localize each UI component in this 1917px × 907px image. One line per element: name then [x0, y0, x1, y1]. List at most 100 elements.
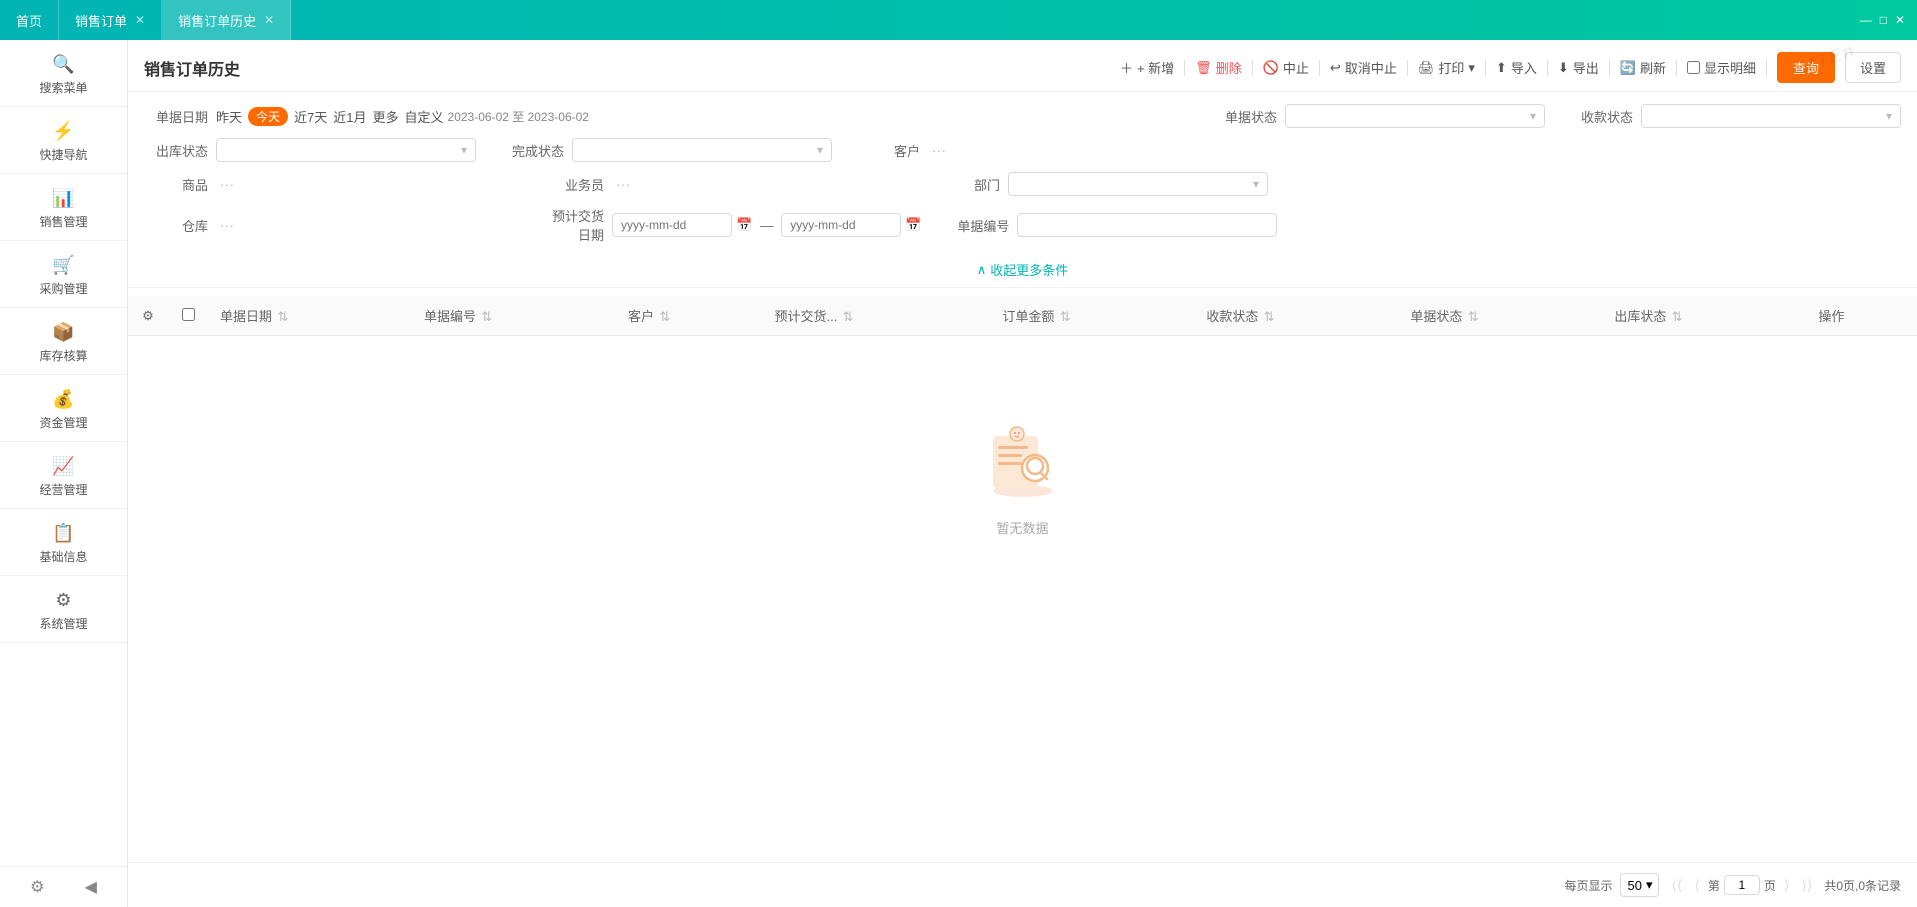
print-button[interactable]: 🖨 打印 ▾: [1418, 58, 1475, 77]
status-select[interactable]: ▾: [1285, 104, 1545, 128]
th-date[interactable]: 单据日期 ⇅: [208, 296, 412, 336]
delete-button[interactable]: 🗑 删除: [1195, 58, 1242, 77]
last-page-button[interactable]: ⟩⟩: [1797, 877, 1816, 894]
sidebar-item-inventory-label: 库存核算: [39, 347, 87, 364]
date-label: 单据日期: [144, 107, 216, 126]
display-detail-checkbox-label[interactable]: 显示明细: [1687, 58, 1756, 77]
department-select[interactable]: ▾: [1008, 172, 1268, 196]
query-button[interactable]: 查询: [1777, 52, 1835, 83]
stop-button[interactable]: 🚫 中止: [1263, 58, 1309, 77]
sidebar-item-system-label: 系统管理: [39, 615, 87, 632]
cancel-stop-label: 取消中止: [1345, 58, 1397, 77]
import-button[interactable]: ⬆ 导入: [1496, 58, 1537, 77]
th-order-no[interactable]: 单据编号 ⇅: [412, 296, 616, 336]
sidebar-item-system[interactable]: ⚙ 系统管理: [0, 576, 127, 643]
date-yesterday[interactable]: 昨天: [216, 107, 242, 126]
complete-select[interactable]: ▾: [572, 138, 832, 162]
sidebar-item-finance[interactable]: 💰 资金管理: [0, 375, 127, 442]
display-detail-label: 显示明细: [1704, 58, 1756, 77]
filter-row-1: 单据日期 昨天 今天 近7天 近1月 更多 自定义 2023-06-02 至 2…: [144, 104, 1901, 128]
receipt-status-select[interactable]: ▾: [1641, 104, 1901, 128]
quick-nav-icon: ⚡: [52, 121, 74, 142]
new-button[interactable]: ＋ + 新增: [1120, 58, 1174, 77]
date-more[interactable]: 更多: [373, 107, 399, 126]
calendar-from-icon[interactable]: 📅: [736, 217, 752, 233]
expected-date-to-input[interactable]: [781, 213, 901, 237]
close-btn[interactable]: ✕: [1895, 13, 1905, 27]
th-order-no-sort-icon: ⇅: [481, 309, 492, 324]
th-action-label: 操作: [1818, 309, 1844, 324]
tab-sales-history[interactable]: 销售订单历史 ✕: [162, 0, 291, 40]
export-button[interactable]: ⬇ 导出: [1558, 58, 1599, 77]
tab-sales-order[interactable]: 销售订单 ✕: [59, 0, 162, 40]
order-no-label: 单据编号: [945, 216, 1017, 235]
settings-bottom-icon[interactable]: ⚙: [30, 877, 44, 897]
th-doc-status[interactable]: 单据状态 ⇅: [1398, 296, 1602, 336]
department-label: 部门: [936, 175, 1008, 194]
sidebar-item-purchase[interactable]: 🛒 采购管理: [0, 241, 127, 308]
expected-date-label: 预计交货日期: [540, 206, 612, 244]
goods-label: 商品: [144, 175, 216, 194]
divider-8: [1676, 60, 1677, 76]
select-all-checkbox[interactable]: [182, 308, 195, 321]
tab-sales-history-close[interactable]: ✕: [264, 13, 274, 27]
tab-sales-order-close[interactable]: ✕: [135, 13, 145, 27]
salesperson-dots-button[interactable]: ···: [616, 176, 630, 192]
calendar-to-icon[interactable]: 📅: [905, 217, 921, 233]
sidebar-item-sales[interactable]: 📊 销售管理: [0, 174, 127, 241]
date-today[interactable]: 今天: [248, 107, 288, 126]
export-label: 导出: [1573, 58, 1599, 77]
sidebar-item-quick-nav[interactable]: ⚡ 快捷导航: [0, 107, 127, 174]
date-custom[interactable]: 自定义: [405, 107, 444, 126]
table-area: ⚙ 单据日期 ⇅ 单据编号 ⇅: [128, 288, 1917, 862]
customer-dots-button[interactable]: ···: [932, 142, 946, 158]
th-amount[interactable]: 订单金额 ⇅: [990, 296, 1194, 336]
divider-3: [1319, 60, 1320, 76]
goods-dots-button[interactable]: ···: [220, 176, 234, 192]
th-outbound-status[interactable]: 出库状态 ⇅: [1602, 296, 1806, 336]
th-customer[interactable]: 客户 ⇅: [616, 296, 763, 336]
th-expected-date[interactable]: 预计交货... ⇅: [762, 296, 990, 336]
maximize-btn[interactable]: □: [1880, 13, 1887, 27]
page-header: 销售订单历史 ＋ + 新增 🗑 删除 🚫 中止 ↩: [128, 40, 1917, 92]
minimize-btn[interactable]: —: [1860, 13, 1872, 27]
pagination-nav: ⟨⟨ ⟨ 第 页 ⟩ ⟩⟩: [1667, 875, 1816, 895]
order-no-field: [1017, 213, 1277, 237]
date-1month[interactable]: 近1月: [333, 107, 366, 126]
refresh-button[interactable]: 🔄 刷新: [1620, 58, 1666, 77]
date-range-text: 2023-06-02 至 2023-06-02: [448, 108, 589, 125]
th-order-no-label: 单据编号: [424, 309, 476, 324]
collapse-sidebar-icon[interactable]: ◀: [85, 877, 97, 897]
warehouse-dots-button[interactable]: ···: [220, 217, 234, 233]
page-size-select[interactable]: 50 ▾: [1620, 873, 1659, 897]
sidebar-item-inventory[interactable]: 📦 库存核算: [0, 308, 127, 375]
th-receipt-status[interactable]: 收款状态 ⇅: [1194, 296, 1398, 336]
stop-label: 中止: [1283, 58, 1309, 77]
prev-page-button[interactable]: ⟨: [1690, 877, 1703, 894]
expected-date-from-input[interactable]: [612, 213, 732, 237]
outbound-select[interactable]: ▾: [216, 138, 476, 162]
sidebar-item-search-label: 搜索菜单: [39, 79, 87, 96]
sidebar-item-operations[interactable]: 📈 经营管理: [0, 442, 127, 509]
table-header-row: ⚙ 单据日期 ⇅ 单据编号 ⇅: [128, 296, 1917, 336]
th-settings[interactable]: ⚙: [128, 296, 168, 336]
operations-icon: 📈: [52, 456, 74, 477]
sidebar-item-basic-info[interactable]: 📋 基础信息: [0, 509, 127, 576]
tab-home[interactable]: 首页: [0, 0, 59, 40]
data-table: ⚙ 单据日期 ⇅ 单据编号 ⇅: [128, 296, 1917, 336]
th-date-label: 单据日期: [220, 309, 272, 324]
total-info: 共0页,0条记录: [1824, 877, 1901, 894]
salesperson-label: 业务员: [540, 175, 612, 194]
first-page-button[interactable]: ⟨⟨: [1667, 877, 1686, 894]
th-checkbox[interactable]: [168, 296, 208, 336]
display-detail-checkbox[interactable]: [1687, 61, 1700, 74]
sidebar-item-search[interactable]: 🔍 搜索菜单: [0, 40, 127, 107]
order-no-input[interactable]: [1026, 218, 1268, 232]
date-7days[interactable]: 近7天: [294, 107, 327, 126]
customer-label: 客户: [856, 141, 928, 160]
collapse-row[interactable]: ∧ 收起更多条件: [144, 254, 1901, 287]
next-page-button[interactable]: ⟩: [1780, 877, 1793, 894]
page-number-input[interactable]: [1724, 875, 1760, 895]
cancel-stop-button[interactable]: ↩ 取消中止: [1330, 58, 1397, 77]
setting-button[interactable]: 设置: [1845, 52, 1901, 83]
